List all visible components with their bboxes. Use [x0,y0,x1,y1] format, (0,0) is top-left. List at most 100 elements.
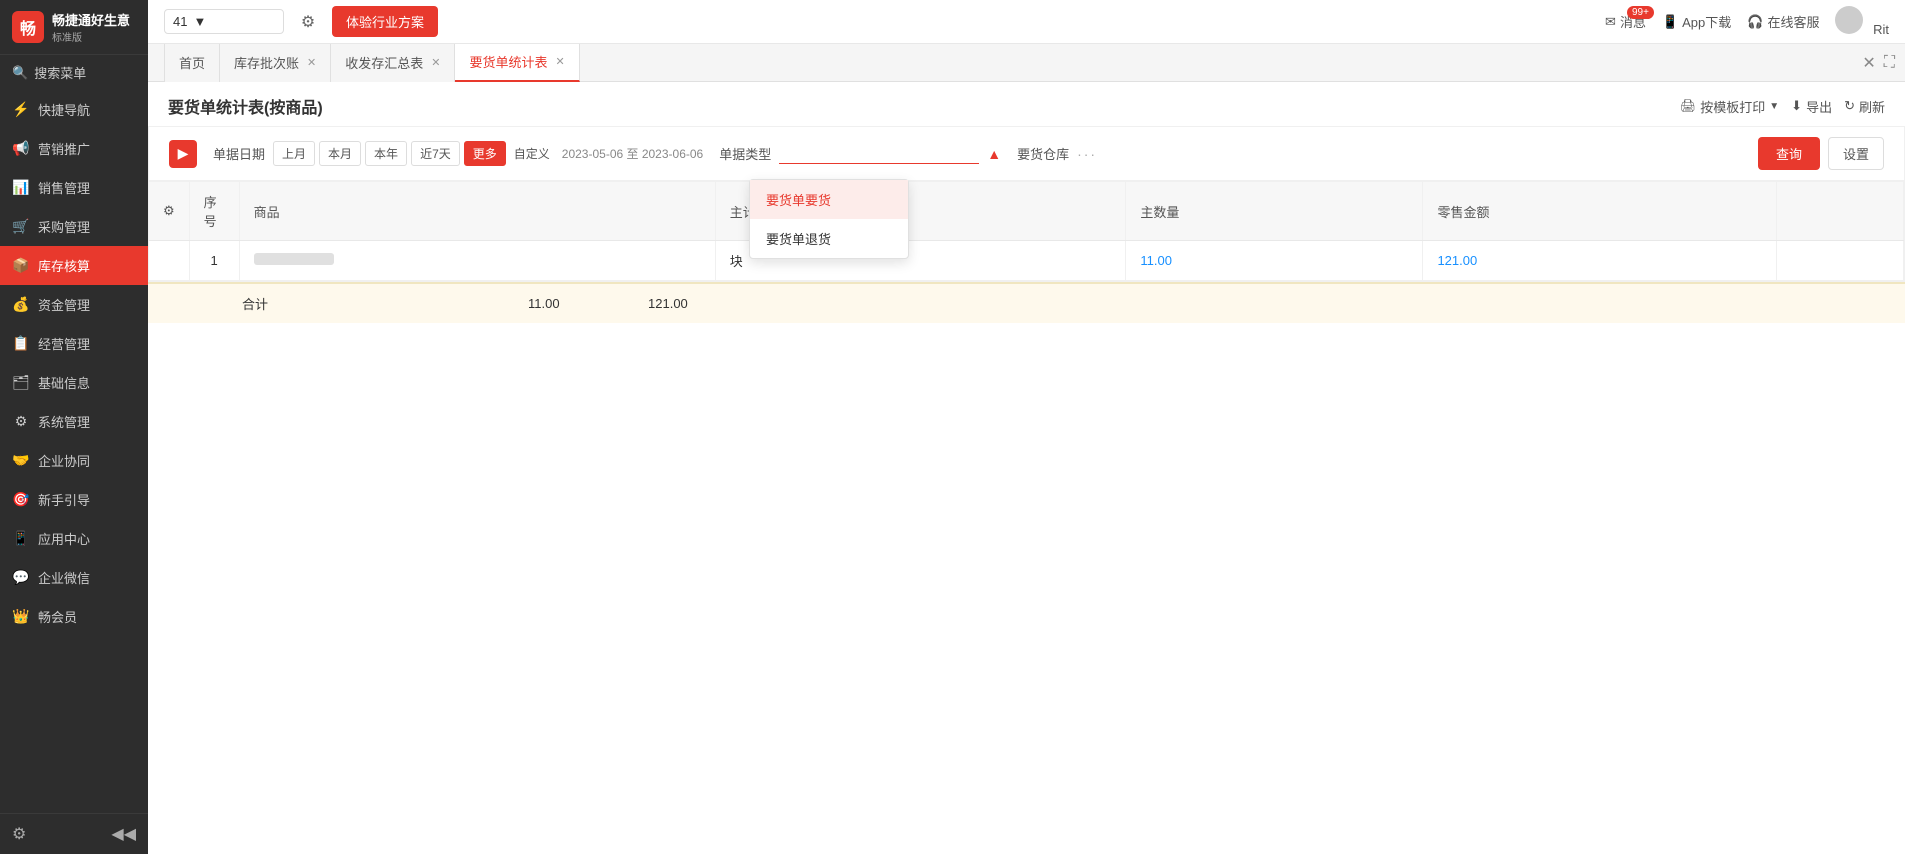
td-qty: 11.00 [1126,241,1423,281]
main-area: 41 ▼ ⚙ 体验行业方案 ✉ 消息 99+ 📱 App下载 🎧 在线客服 R [148,0,1905,854]
th-qty: 主数量 [1126,182,1423,241]
query-btn[interactable]: 查询 [1758,137,1820,170]
topbar-left: 41 ▼ ⚙ 体验行业方案 [164,6,438,37]
inventory-icon: 📦 [12,257,30,275]
tab-home[interactable]: 首页 [164,44,220,82]
date-btn-last-month[interactable]: 上月 [273,141,315,166]
refresh-btn[interactable]: ↻ 刷新 [1844,97,1885,116]
sidebar-item-label: 经营管理 [38,334,90,353]
tab-close-all-icon[interactable]: ✕ [1862,53,1875,73]
sidebar-item-member[interactable]: 👑 畅会员 [0,597,148,636]
tab-order-stat[interactable]: 要货单统计表 ✕ [455,44,579,82]
customer-service-btn[interactable]: 🎧 在线客服 [1747,12,1819,31]
collapse-icon[interactable]: ◀◀ [111,824,136,844]
message-btn[interactable]: ✉ 消息 99+ [1605,12,1646,31]
topbar-right: ✉ 消息 99+ 📱 App下载 🎧 在线客服 Rit [1605,6,1889,37]
date-label: 单据日期 [213,144,265,163]
data-table: ⚙ 序号 商品 主计量单位 主数量 零售金额 1 [149,182,1904,281]
type-dropdown: 要货单要货 要货单退货 [749,179,909,259]
sidebar-item-finance[interactable]: 💰 资金管理 [0,285,148,324]
export-btn[interactable]: ⬇ 导出 [1791,97,1832,116]
qty-link[interactable]: 11.00 [1140,253,1172,268]
sidebar-item-label: 快捷导航 [38,100,90,119]
tab-collect[interactable]: 收发存汇总表 ✕ [331,44,455,82]
system-icon: ⚙ [12,413,30,431]
print-btn[interactable]: 🖨 按模板打印 ▼ [1680,97,1779,116]
enterprise-icon: 🤝 [12,452,30,470]
app-download-icon: 📱 [1662,14,1678,30]
tab-expand-icon[interactable]: ⛶ [1884,54,1895,72]
app-center-icon: 📱 [12,530,30,548]
sidebar-item-enterprise[interactable]: 🤝 企业协同 [0,441,148,480]
user-avatar[interactable]: Rit [1835,6,1889,37]
filter-expand-btn[interactable]: ▶ [169,140,197,168]
settings-btn[interactable]: 设置 [1828,137,1884,170]
total-row: 合计 11.00 121.00 [148,282,1905,323]
sidebar-item-marketing[interactable]: 📢 营销推广 [0,129,148,168]
avatar [1835,6,1863,34]
sidebar-item-system[interactable]: ⚙ 系统管理 [0,402,148,441]
sidebar-item-label: 企业微信 [38,568,90,587]
td-no: 1 [189,241,239,281]
type-input[interactable] [779,144,979,164]
warehouse-dots-icon[interactable]: ··· [1077,146,1097,162]
sidebar-item-wechat[interactable]: 💬 企业微信 [0,558,148,597]
sidebar-item-label: 企业协同 [38,451,90,470]
sidebar-item-basic[interactable]: 🗂 基础信息 [0,363,148,402]
amount-link[interactable]: 121.00 [1437,253,1477,268]
company-selector-text: 41 [173,14,187,29]
date-btn-7days[interactable]: 近7天 [411,141,460,166]
date-custom-btn[interactable]: 自定义 [514,145,550,162]
sidebar-item-purchase[interactable]: 🛒 采购管理 [0,207,148,246]
search-menu[interactable]: 🔍 搜索菜单 [0,55,148,90]
tab-home-label: 首页 [179,53,205,72]
message-icon: ✉ [1605,14,1616,30]
date-btn-more[interactable]: 更多 [464,141,506,166]
date-range-display: 2023-05-06 至 2023-06-06 [562,145,703,162]
finance-icon: 💰 [12,296,30,314]
sidebar-item-guide[interactable]: 🎯 新手引导 [0,480,148,519]
sidebar-item-operation[interactable]: 📋 经营管理 [0,324,148,363]
search-icon: 🔍 [12,65,28,81]
sidebar-item-inventory[interactable]: 📦 库存核算 [0,246,148,285]
tab-batch-label: 库存批次账 [234,53,299,72]
tab-order-stat-close[interactable]: ✕ [556,55,565,68]
total-qty: 11.00 [528,296,648,311]
app-download-btn[interactable]: 📱 App下载 [1662,12,1731,31]
page-title: 要货单统计表(按商品) [168,94,323,118]
sidebar-item-label: 基础信息 [38,373,90,392]
sidebar-item-label: 资金管理 [38,295,90,314]
dropdown-item-requisition[interactable]: 要货单要货 [750,180,908,219]
settings-icon[interactable]: ⚙ [12,824,26,844]
sidebar-item-label: 营销推广 [38,139,90,158]
th-product: 商品 [239,182,715,241]
page-actions: 🖨 按模板打印 ▼ ⬇ 导出 ↻ 刷新 [1680,97,1885,116]
sidebar: 畅 畅捷通好生意 标准版 🔍 搜索菜单 ⚡ 快捷导航 📢 营销推广 📊 销售管理… [0,0,148,854]
type-label: 单据类型 [719,144,771,163]
company-selector[interactable]: 41 ▼ [164,9,284,34]
topbar-settings-icon[interactable]: ⚙ [294,8,322,36]
tab-batch[interactable]: 库存批次账 ✕ [220,44,331,82]
operation-icon: 📋 [12,335,30,353]
type-chevron-up-icon[interactable]: ▲ [987,146,1001,162]
export-icon: ⬇ [1791,98,1802,114]
sidebar-item-app-center[interactable]: 📱 应用中心 [0,519,148,558]
table-row: 1 块 11.00 121.00 [149,241,1904,281]
tab-order-stat-label: 要货单统计表 [469,52,547,71]
tab-collect-close[interactable]: ✕ [431,56,440,69]
page-header: 要货单统计表(按商品) 🖨 按模板打印 ▼ ⬇ 导出 ↻ 刷新 [148,82,1905,126]
date-btn-this-year[interactable]: 本年 [365,141,407,166]
sidebar-item-shortcut[interactable]: ⚡ 快捷导航 [0,90,148,129]
wechat-icon: 💬 [12,569,30,587]
sidebar-item-sales[interactable]: 📊 销售管理 [0,168,148,207]
dropdown-item-return[interactable]: 要货单退货 [750,219,908,258]
filter-bar: ▶ 单据日期 上月 本月 本年 近7天 更多 自定义 2023-05-06 至 … [148,126,1905,181]
th-settings[interactable]: ⚙ [149,182,189,241]
table-container: ⚙ 序号 商品 主计量单位 主数量 零售金额 1 [148,181,1905,282]
date-shortcuts: 上月 本月 本年 近7天 更多 [273,141,506,166]
type-filter-group: 单据类型 ▲ [719,144,1001,164]
date-btn-this-month[interactable]: 本月 [319,141,361,166]
guide-icon: 🎯 [12,491,30,509]
tab-batch-close[interactable]: ✕ [307,56,316,69]
industry-btn[interactable]: 体验行业方案 [332,6,438,37]
